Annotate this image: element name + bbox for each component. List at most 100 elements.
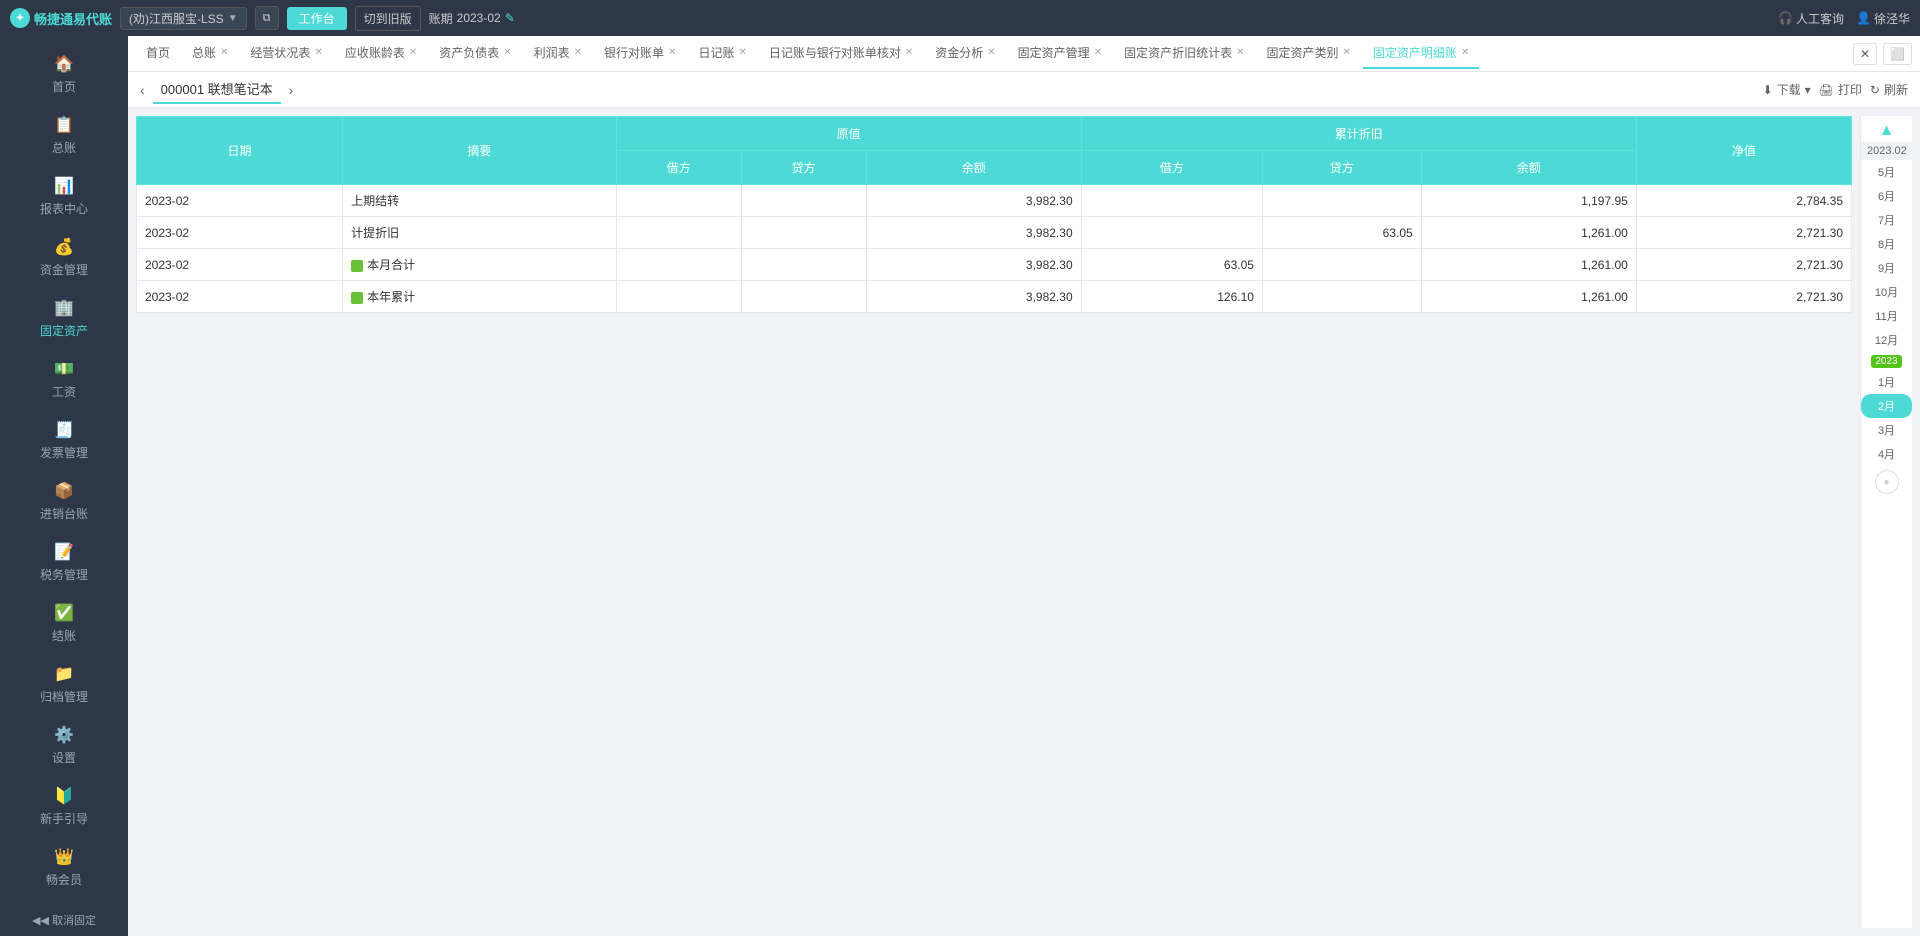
timeline-month-6[interactable]: 6月 bbox=[1861, 184, 1912, 208]
cell-date: 2023-02 bbox=[137, 217, 343, 249]
tab-fixed-detail[interactable]: 固定资产明细账 ✕ bbox=[1363, 38, 1479, 69]
timeline-month-11[interactable]: 11月 bbox=[1861, 304, 1912, 328]
sidebar-item-salary[interactable]: 💵 工资 bbox=[0, 349, 128, 410]
user-name: 徐泾华 bbox=[1874, 10, 1910, 27]
asset-name-tab[interactable]: 000001 联想笔记本 bbox=[153, 75, 281, 104]
tab-journal-bank-close[interactable]: ✕ bbox=[905, 47, 913, 58]
sidebar-item-fixed-assets[interactable]: 🏢 固定资产 bbox=[0, 288, 128, 349]
timeline-month-8[interactable]: 8月 bbox=[1861, 232, 1912, 256]
cell-orig-balance: 3,982.30 bbox=[866, 185, 1081, 217]
pin-sidebar-button[interactable]: ◀◀ 取消固定 bbox=[26, 906, 102, 934]
tab-fixed-category-label: 固定资产类别 bbox=[1266, 44, 1338, 61]
timeline-month-10[interactable]: 10月 bbox=[1861, 280, 1912, 304]
timeline-month-9[interactable]: 9月 bbox=[1861, 256, 1912, 280]
tab-expand-button[interactable]: ⬜ bbox=[1883, 43, 1912, 65]
timeline-month-3[interactable]: 3月 bbox=[1861, 418, 1912, 442]
timeline-month-7[interactable]: 7月 bbox=[1861, 208, 1912, 232]
sidebar-item-label: 首页 bbox=[52, 78, 76, 95]
tab-depreciation-stats[interactable]: 固定资产折旧统计表 ✕ bbox=[1114, 38, 1254, 69]
timeline-more-button[interactable]: ● bbox=[1875, 470, 1899, 494]
timeline-month-1[interactable]: 1月 bbox=[1861, 370, 1912, 394]
tab-receivable-close[interactable]: ✕ bbox=[409, 47, 417, 58]
tab-journal-bank[interactable]: 日记账与银行对账单核对 ✕ bbox=[759, 38, 923, 69]
sidebar-item-ledger[interactable]: 📋 总账 bbox=[0, 105, 128, 166]
tab-profit[interactable]: 利润表 ✕ bbox=[524, 38, 592, 69]
switch-version-button[interactable]: 切到旧版 bbox=[355, 6, 421, 31]
tab-fund-analysis-close[interactable]: ✕ bbox=[987, 47, 995, 58]
subnav-right: ⬇ 下载 ▾ 🖨 打印 ↻ 刷新 bbox=[1763, 81, 1908, 98]
tab-home[interactable]: 首页 bbox=[136, 38, 180, 69]
cell-acc-credit bbox=[1262, 281, 1421, 313]
col-subheader-orig-credit: 贷方 bbox=[741, 151, 866, 185]
cell-orig-debit bbox=[616, 185, 741, 217]
sidebar-item-reports[interactable]: 📊 报表中心 bbox=[0, 166, 128, 227]
tab-profit-close[interactable]: ✕ bbox=[574, 47, 582, 58]
tab-balance-close[interactable]: ✕ bbox=[503, 47, 511, 58]
tab-fixed-mgmt-close[interactable]: ✕ bbox=[1094, 47, 1102, 58]
sidebar-item-funds[interactable]: 💰 资金管理 bbox=[0, 227, 128, 288]
pin-icon: ◀◀ bbox=[32, 914, 49, 927]
service-button[interactable]: 🎧 人工客询 bbox=[1778, 10, 1844, 27]
timeline-scroll-up[interactable]: ▲ bbox=[1877, 120, 1897, 142]
tab-fixed-category[interactable]: 固定资产类别 ✕ bbox=[1256, 38, 1360, 69]
tab-depreciation-stats-close[interactable]: ✕ bbox=[1236, 47, 1244, 58]
col-header-date: 日期 bbox=[137, 117, 343, 185]
period-value: 2023-02 bbox=[457, 11, 501, 25]
sidebar-item-tax[interactable]: 📝 税务管理 bbox=[0, 532, 128, 593]
download-button[interactable]: ⬇ 下载 ▾ bbox=[1763, 81, 1811, 98]
tab-fund-analysis[interactable]: 资金分析 ✕ bbox=[925, 38, 1005, 69]
refresh-button[interactable]: ↻ 刷新 bbox=[1870, 81, 1908, 98]
period-edit-icon[interactable]: ✎ bbox=[505, 11, 515, 25]
tab-operating-close[interactable]: ✕ bbox=[314, 47, 322, 58]
workbench-button[interactable]: 工作台 bbox=[287, 7, 347, 30]
sidebar-item-home[interactable]: 🏠 首页 bbox=[0, 44, 128, 105]
sidebar-item-sales[interactable]: 📦 进销台账 bbox=[0, 471, 128, 532]
tab-journal[interactable]: 日记账 ✕ bbox=[688, 38, 756, 69]
subnav-next-button[interactable]: › bbox=[289, 82, 294, 98]
copy-button[interactable]: ⧉ bbox=[255, 6, 279, 30]
cell-acc-balance: 1,261.00 bbox=[1421, 249, 1636, 281]
refresh-label: 刷新 bbox=[1884, 81, 1908, 98]
page-content: ‹ 000001 联想笔记本 › ⬇ 下载 ▾ 🖨 打印 ↻ bbox=[128, 72, 1920, 936]
tab-fixed-mgmt[interactable]: 固定资产管理 ✕ bbox=[1008, 38, 1112, 69]
tab-bank-statement[interactable]: 银行对账单 ✕ bbox=[594, 38, 686, 69]
timeline-month-5[interactable]: 5月 bbox=[1861, 160, 1912, 184]
user-menu[interactable]: 👤 徐泾华 bbox=[1856, 10, 1910, 27]
sidebar: 🏠 首页 📋 总账 📊 报表中心 💰 资金管理 🏢 固定资产 💵 工资 🧾 发票… bbox=[0, 36, 128, 936]
tab-operating[interactable]: 经营状况表 ✕ bbox=[240, 38, 332, 69]
sidebar-item-guide[interactable]: 🔰 新手引导 bbox=[0, 776, 128, 837]
timeline-month-4[interactable]: 4月 bbox=[1861, 442, 1912, 466]
tab-balance[interactable]: 资产负债表 ✕ bbox=[429, 38, 521, 69]
tab-receivable-label: 应收账龄表 bbox=[345, 44, 405, 61]
tab-ledger[interactable]: 总账 ✕ bbox=[182, 38, 238, 69]
tab-ledger-close[interactable]: ✕ bbox=[220, 47, 228, 58]
tab-journal-close[interactable]: ✕ bbox=[738, 47, 746, 58]
timeline-month-2[interactable]: 2月 bbox=[1861, 394, 1912, 418]
fixed-asset-detail-table: 日期 摘要 原值 累计折旧 净值 借方 贷方 余额 借方 bbox=[136, 116, 1852, 313]
sidebar-item-label: 报表中心 bbox=[40, 200, 88, 217]
app-logo: ✦ 畅捷通易代账 bbox=[10, 8, 112, 28]
tab-fixed-detail-close[interactable]: ✕ bbox=[1461, 47, 1469, 58]
sidebar-item-settlement[interactable]: ✅ 结账 bbox=[0, 593, 128, 654]
sidebar-item-invoice[interactable]: 🧾 发票管理 bbox=[0, 410, 128, 471]
tab-bank-statement-close[interactable]: ✕ bbox=[668, 47, 676, 58]
sidebar-item-label: 进销台账 bbox=[40, 505, 88, 522]
current-year-badge: 2023 bbox=[1871, 355, 1901, 368]
tab-receivable[interactable]: 应收账龄表 ✕ bbox=[335, 38, 427, 69]
print-button[interactable]: 🖨 打印 bbox=[1819, 81, 1862, 98]
sidebar-item-label: 资金管理 bbox=[40, 261, 88, 278]
subnav-prev-button[interactable]: ‹ bbox=[140, 82, 145, 98]
sidebar-item-member[interactable]: 👑 畅会员 bbox=[0, 837, 128, 898]
subnav-left: ‹ 000001 联想笔记本 › bbox=[140, 75, 293, 104]
company-selector[interactable]: (劝)江西服宝-LSS ▼ bbox=[120, 7, 247, 30]
cell-acc-balance: 1,261.00 bbox=[1421, 281, 1636, 313]
table-row: 2023-02 计提折旧 3,982.30 63.05 1,261.00 2,7… bbox=[137, 217, 1852, 249]
cell-acc-credit: 63.05 bbox=[1262, 217, 1421, 249]
tab-close-all-button[interactable]: ✕ bbox=[1853, 43, 1877, 65]
timeline-month-12[interactable]: 12月 bbox=[1861, 328, 1912, 352]
tab-fixed-category-close[interactable]: ✕ bbox=[1343, 47, 1351, 58]
cell-acc-balance: 1,261.00 bbox=[1421, 217, 1636, 249]
sidebar-item-settings[interactable]: ⚙️ 设置 bbox=[0, 715, 128, 776]
sidebar-item-archive[interactable]: 📁 归档管理 bbox=[0, 654, 128, 715]
tab-operating-label: 经营状况表 bbox=[250, 44, 310, 61]
